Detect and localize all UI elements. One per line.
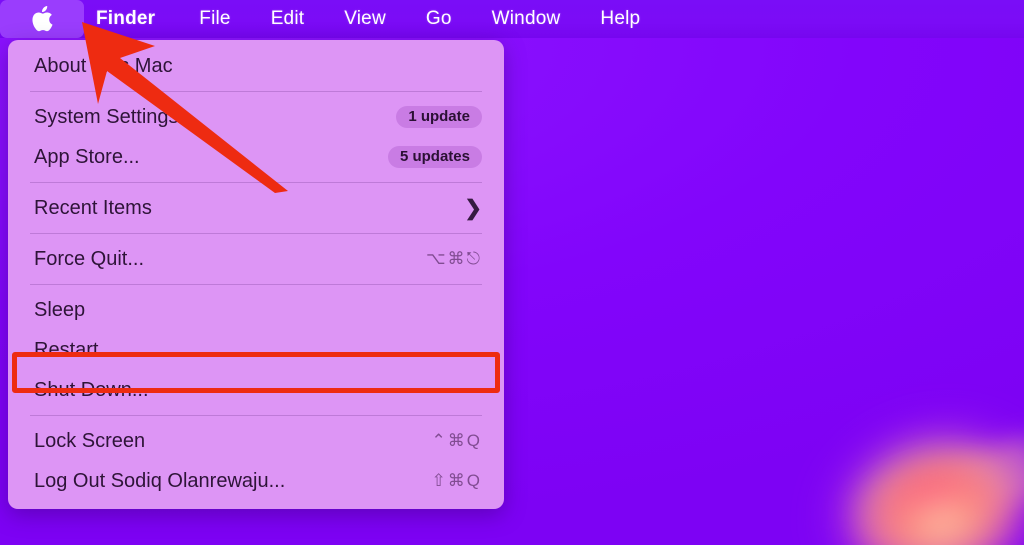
menubar-item-finder[interactable]: Finder: [84, 0, 179, 38]
menu-separator: [30, 284, 482, 285]
chevron-right-icon: ❯: [464, 196, 482, 220]
menu-item-label: Recent Items: [34, 196, 152, 219]
menu-separator: [30, 182, 482, 183]
menu-item-label: Shut Down...: [34, 378, 149, 401]
keyboard-shortcut: ⇧⌘Q: [431, 471, 482, 490]
menu-separator: [30, 415, 482, 416]
desktop-screen: Finder File Edit View Go Window Help Abo…: [0, 0, 1024, 545]
menu-item-label: About This Mac: [34, 54, 173, 77]
keyboard-shortcut: ⌃⌘Q: [431, 431, 482, 450]
keyboard-shortcut: ⌥⌘⎋: [425, 249, 482, 268]
menu-item-label: Log Out Sodiq Olanrewaju...: [34, 469, 286, 492]
menubar-item-edit[interactable]: Edit: [251, 0, 325, 38]
menu-item-label: Lock Screen: [34, 429, 146, 452]
apple-dropdown-menu: About This Mac System Settings... 1 upda…: [8, 40, 504, 509]
menu-item-force-quit[interactable]: Force Quit... ⌥⌘⎋: [8, 239, 504, 279]
menu-item-shut-down[interactable]: Shut Down...: [8, 370, 504, 410]
menubar-item-view[interactable]: View: [324, 0, 406, 38]
menubar-item-go[interactable]: Go: [406, 0, 472, 38]
menu-item-app-store[interactable]: App Store... 5 updates: [8, 137, 504, 177]
menu-item-label: App Store...: [34, 145, 140, 168]
apple-menu-button[interactable]: [0, 0, 84, 38]
menu-item-label: Sleep: [34, 298, 86, 321]
menu-item-log-out[interactable]: Log Out Sodiq Olanrewaju... ⇧⌘Q: [8, 461, 504, 501]
update-badge: 5 updates: [387, 146, 482, 168]
menu-item-label: System Settings...: [34, 105, 196, 128]
menu-item-system-settings[interactable]: System Settings... 1 update: [8, 97, 504, 137]
update-badge: 1 update: [396, 106, 482, 128]
menu-item-recent-items[interactable]: Recent Items ❯: [8, 188, 504, 228]
menu-item-label: Restart...: [34, 338, 116, 361]
menu-item-about-this-mac[interactable]: About This Mac: [8, 46, 504, 86]
menu-item-label: Force Quit...: [34, 247, 145, 270]
menu-separator: [30, 233, 482, 234]
menu-item-lock-screen[interactable]: Lock Screen ⌃⌘Q: [8, 421, 504, 461]
menu-separator: [30, 91, 482, 92]
menubar-item-file[interactable]: File: [179, 0, 250, 38]
menubar-item-window[interactable]: Window: [472, 0, 581, 38]
menu-item-restart[interactable]: Restart...: [8, 330, 504, 370]
menubar-item-help[interactable]: Help: [580, 0, 660, 38]
menu-bar: Finder File Edit View Go Window Help: [0, 0, 1024, 38]
menu-item-sleep[interactable]: Sleep: [8, 290, 504, 330]
apple-logo-icon: [32, 6, 53, 32]
